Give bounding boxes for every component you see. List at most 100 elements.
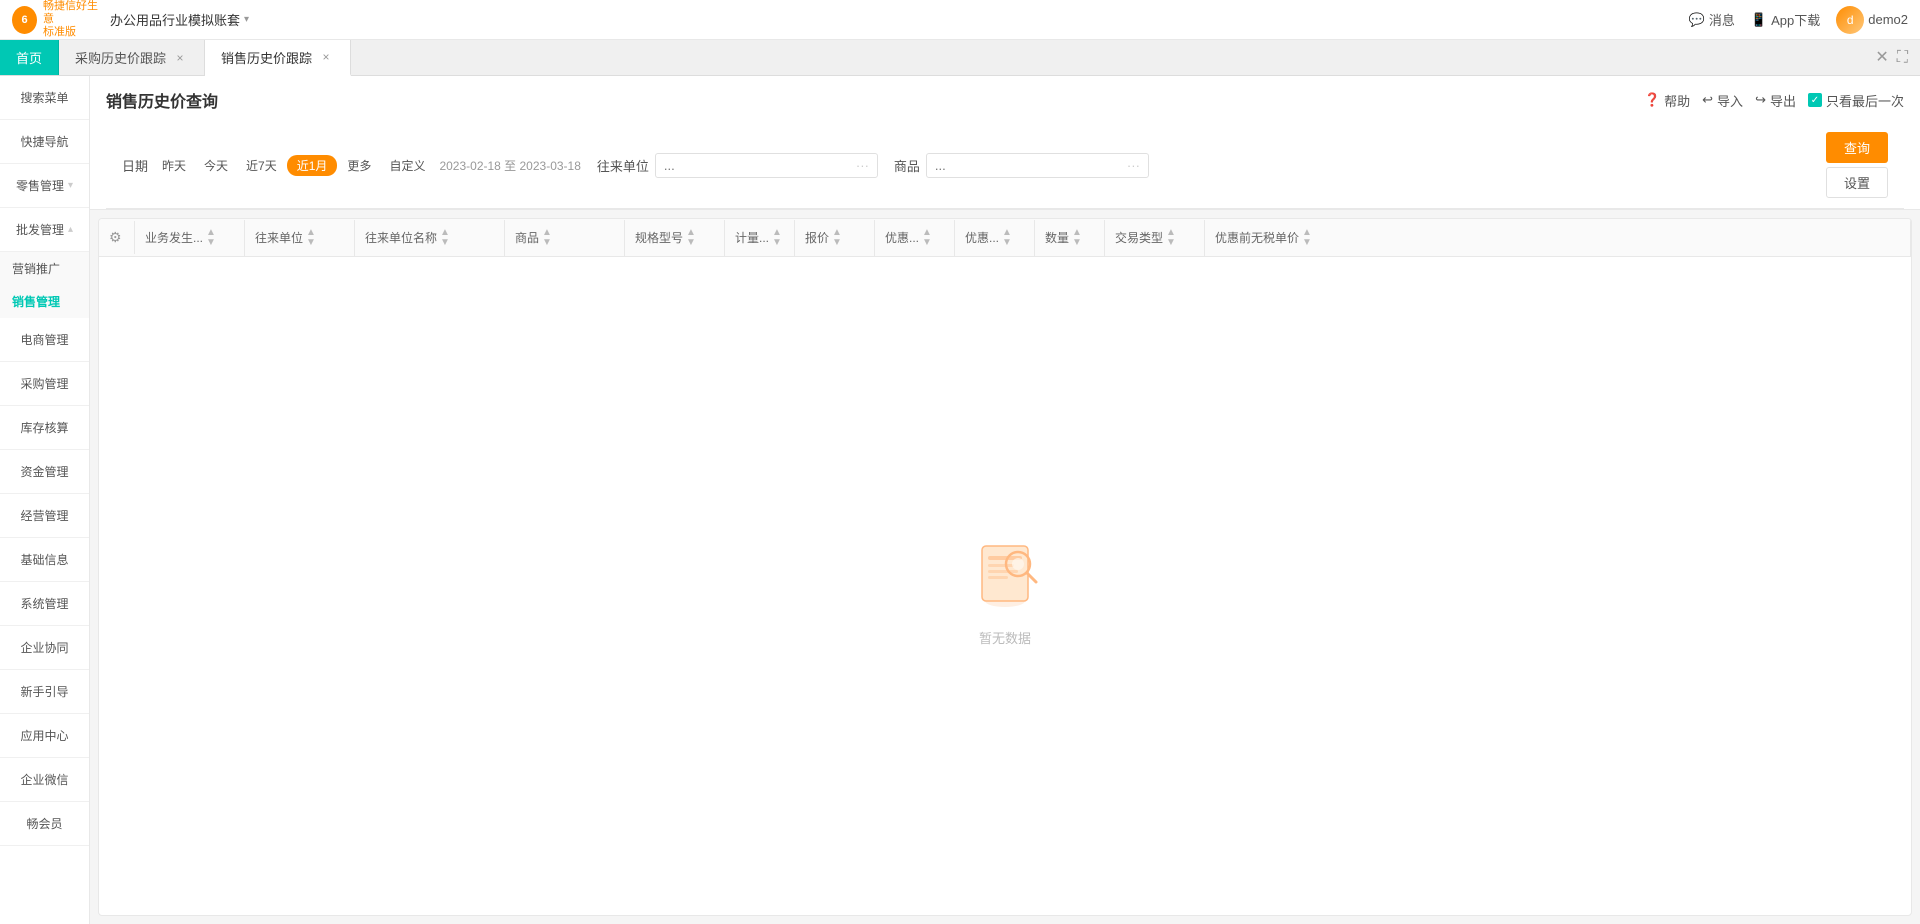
- sidebar-item-finance[interactable]: 资金管理: [0, 450, 89, 494]
- sidebar-item-operations[interactable]: 经营管理: [0, 494, 89, 538]
- logo-text: 畅捷信好生意 标准版: [43, 0, 102, 39]
- sort-icon: ▲▼: [922, 228, 932, 248]
- th-product[interactable]: 商品 ▲▼: [505, 220, 625, 256]
- home-tab-label: 首页: [16, 48, 42, 67]
- message-btn[interactable]: 💬 消息: [1689, 10, 1735, 29]
- date-btn-more[interactable]: 更多: [339, 155, 379, 176]
- partner-input-wrap: ···: [655, 153, 878, 178]
- new-guide-label: 新手引导: [20, 683, 68, 700]
- finance-label: 资金管理: [20, 463, 68, 480]
- table-settings-col[interactable]: ⚙: [99, 221, 135, 254]
- filter-bar: 日期 昨天 今天 近7天 近1月 更多 自定义 2023-02-18 至 202…: [106, 122, 1904, 209]
- date-buttons: 昨天 今天 近7天 近1月 更多 自定义: [154, 155, 433, 176]
- purchase-history-tab-label: 采购历史价跟踪: [75, 48, 166, 67]
- sidebar-item-new-guide[interactable]: 新手引导: [0, 670, 89, 714]
- tab-sales-history[interactable]: 销售历史价跟踪 ×: [205, 40, 351, 76]
- sidebar-item-wholesale-mgmt[interactable]: 批发管理 ▴: [0, 208, 89, 252]
- chevron-down-icon: ▾: [244, 14, 249, 25]
- app-center-label: 应用中心: [20, 727, 68, 744]
- date-btn-custom[interactable]: 自定义: [381, 155, 433, 176]
- date-btn-1month[interactable]: 近1月: [287, 155, 338, 176]
- empty-state: 暂无数据: [99, 257, 1911, 915]
- sidebar-item-quick-nav[interactable]: 快捷导航: [0, 120, 89, 164]
- sidebar-item-purchase[interactable]: 采购管理: [0, 362, 89, 406]
- th-spec[interactable]: 规格型号 ▲▼: [625, 220, 725, 256]
- tabbar: 首页 采购历史价跟踪 × 销售历史价跟踪 × ✕ ⛶: [0, 40, 1920, 76]
- sidebar-item-vip[interactable]: 畅会员: [0, 802, 89, 846]
- partner-input[interactable]: [656, 154, 848, 177]
- quick-nav-label: 快捷导航: [20, 133, 68, 150]
- export-btn[interactable]: ↪ 导出: [1755, 91, 1796, 110]
- table-wrap: ⚙ 业务发生... ▲▼ 往来单位 ▲▼ 往来单位名称 ▲▼ 商品 ▲▼: [98, 218, 1912, 916]
- sort-icon: ▲▼: [1072, 228, 1082, 248]
- sort-icon: ▲▼: [832, 228, 842, 248]
- date-range-text: 2023-02-18 至 2023-03-18: [439, 157, 580, 174]
- message-icon: 💬: [1689, 12, 1705, 28]
- sort-icon: ▲▼: [306, 228, 316, 248]
- th-biz-date[interactable]: 业务发生... ▲▼: [135, 220, 245, 256]
- search-menu-label: 搜索菜单: [20, 89, 68, 106]
- th-price[interactable]: 报价 ▲▼: [795, 220, 875, 256]
- sidebar-item-retail-mgmt[interactable]: 零售管理 ▾: [0, 164, 89, 208]
- topbar-right: 💬 消息 📱 App下载 d demo2: [1689, 6, 1908, 34]
- fullscreen-btn[interactable]: ⛶: [1897, 50, 1908, 66]
- sort-icon: ▲▼: [772, 228, 782, 248]
- sidebar-item-search-menu[interactable]: 搜索菜单: [0, 76, 89, 120]
- chevron-up-icon: ▴: [68, 224, 73, 235]
- sort-icon: ▲▼: [1302, 228, 1312, 248]
- vip-label: 畅会员: [26, 815, 62, 832]
- th-trade-type[interactable]: 交易类型 ▲▼: [1105, 220, 1205, 256]
- avatar: d: [1836, 6, 1864, 34]
- date-btn-yesterday[interactable]: 昨天: [154, 155, 194, 176]
- inventory-label: 库存核算: [20, 419, 68, 436]
- product-filter-label: 商品: [894, 156, 920, 175]
- tab-home[interactable]: 首页: [0, 40, 59, 75]
- download-icon: 📱: [1751, 12, 1767, 28]
- close-sales-history-tab[interactable]: ×: [318, 49, 334, 65]
- th-discount1[interactable]: 优惠... ▲▼: [875, 220, 955, 256]
- sort-icon: ▲▼: [206, 228, 216, 248]
- help-btn[interactable]: ❓ 帮助: [1644, 91, 1690, 110]
- product-input-suffix: ···: [1119, 158, 1148, 173]
- sidebar-item-enterprise[interactable]: 企业协同: [0, 626, 89, 670]
- only-last-checkbox[interactable]: ✓ 只看最后一次: [1808, 91, 1904, 110]
- tab-purchase-history[interactable]: 采购历史价跟踪 ×: [59, 40, 205, 75]
- close-tab-btn[interactable]: ✕: [1875, 50, 1888, 66]
- page-title: 销售历史价查询: [106, 88, 218, 112]
- th-tax-price[interactable]: 优惠前无税单价 ▲▼: [1205, 220, 1911, 256]
- operations-label: 经营管理: [20, 507, 68, 524]
- date-filter-label: 日期: [122, 156, 148, 175]
- app-download-btn[interactable]: 📱 App下载: [1751, 10, 1820, 29]
- th-partner-name[interactable]: 往来单位名称 ▲▼: [355, 220, 505, 256]
- query-button[interactable]: 查询: [1826, 132, 1888, 163]
- th-qty[interactable]: 数量 ▲▼: [1035, 220, 1105, 256]
- import-btn[interactable]: ↩ 导入: [1702, 91, 1743, 110]
- th-partner-code[interactable]: 往来单位 ▲▼: [245, 220, 355, 256]
- sidebar-item-wechat[interactable]: 企业微信: [0, 758, 89, 802]
- logo-icon: 6: [12, 6, 37, 34]
- sidebar-sub-item-sales-mgmt[interactable]: 销售管理: [0, 285, 89, 318]
- th-unit[interactable]: 计量... ▲▼: [725, 220, 795, 256]
- sales-history-tab-label: 销售历史价跟踪: [221, 48, 312, 67]
- layout: 搜索菜单 快捷导航 零售管理 ▾ 批发管理 ▴ 营销推广 销售管理: [0, 76, 1920, 924]
- user-profile[interactable]: d demo2: [1836, 6, 1908, 34]
- sidebar-item-ecommerce[interactable]: 电商管理: [0, 318, 89, 362]
- date-btn-7days[interactable]: 近7天: [238, 155, 285, 176]
- system-label: 系统管理: [20, 595, 68, 612]
- sidebar-item-app-center[interactable]: 应用中心: [0, 714, 89, 758]
- sidebar-item-system[interactable]: 系统管理: [0, 582, 89, 626]
- sidebar-item-basic-info[interactable]: 基础信息: [0, 538, 89, 582]
- sidebar-sub-item-marketing[interactable]: 营销推广: [0, 252, 89, 285]
- product-input-wrap: ···: [926, 153, 1149, 178]
- th-discount2[interactable]: 优惠... ▲▼: [955, 220, 1035, 256]
- app-selector[interactable]: 办公用品行业模拟账套 ▾: [102, 6, 257, 33]
- close-purchase-history-tab[interactable]: ×: [172, 50, 188, 66]
- product-input[interactable]: [927, 154, 1119, 177]
- settings-button[interactable]: 设置: [1826, 167, 1888, 198]
- sidebar-item-inventory[interactable]: 库存核算: [0, 406, 89, 450]
- sidebar: 搜索菜单 快捷导航 零售管理 ▾ 批发管理 ▴ 营销推广 销售管理: [0, 76, 90, 924]
- wholesale-mgmt-label: 批发管理: [16, 221, 64, 238]
- date-btn-today[interactable]: 今天: [196, 155, 236, 176]
- sort-icon: ▲▼: [542, 228, 552, 248]
- wechat-label: 企业微信: [20, 771, 68, 788]
